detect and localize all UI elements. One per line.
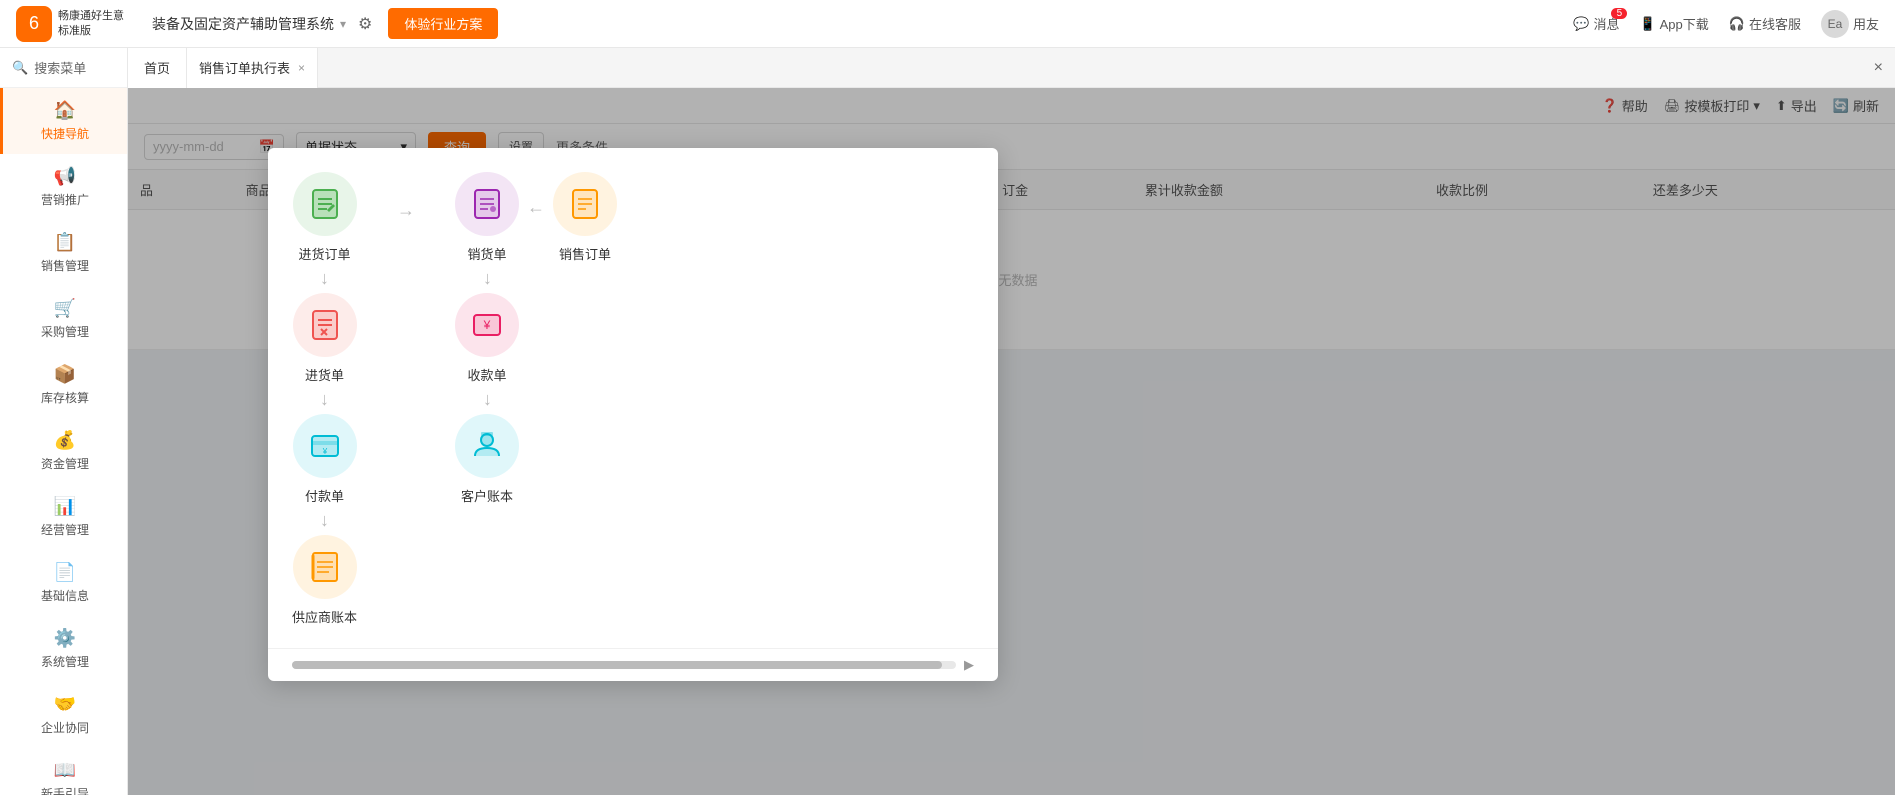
sales-bill-icon xyxy=(455,172,519,236)
sidebar-item-label: 基础信息 xyxy=(41,587,89,604)
supplier-ledger-icon xyxy=(293,535,357,599)
sidebar-item-label: 新手引导 xyxy=(41,785,89,795)
sidebar-item-marketing[interactable]: 📢 营销推广 xyxy=(0,154,127,220)
arrow-right-1: → xyxy=(397,196,415,221)
flow-item-sales-bill[interactable]: 销货单 xyxy=(455,172,519,263)
message-badge: 5 xyxy=(1611,8,1627,19)
tab-close-all-icon[interactable]: × xyxy=(1874,59,1883,77)
sidebar-item-label: 经营管理 xyxy=(41,521,89,538)
inventory-icon: 📦 xyxy=(54,364,76,385)
sidebar-item-finance[interactable]: 💰 资金管理 xyxy=(0,418,127,484)
sidebar-item-purchase[interactable]: 🛒 采购管理 xyxy=(0,286,127,352)
sidebar-item-sales[interactable]: 📋 销售管理 xyxy=(0,220,127,286)
flow-label-customer-ledger: 客户账本 xyxy=(461,486,513,505)
flow-label-sales-order: 销售订单 xyxy=(559,244,611,263)
sidebar-item-label: 库存核算 xyxy=(41,389,89,406)
sidebar-item-label: 企业协同 xyxy=(41,719,89,736)
app-logo-icon: 6 xyxy=(16,6,52,42)
arrow-down-4: ↓ xyxy=(483,269,492,287)
guide-icon: 📖 xyxy=(54,760,76,781)
flow-item-sales-order[interactable]: 销售订单 xyxy=(553,172,617,263)
message-button[interactable]: 💬 消息 5 xyxy=(1573,14,1619,33)
enterprise-icon: 🤝 xyxy=(54,694,76,715)
sidebar-item-label: 系统管理 xyxy=(41,653,89,670)
svg-text:¥: ¥ xyxy=(321,447,327,456)
customer-ledger-icon xyxy=(455,414,519,478)
scroll-track xyxy=(292,661,956,669)
quick-nav-modal: 进货订单 ↓ 进货单 ↓ xyxy=(268,148,998,681)
modal-overlay[interactable]: 进货订单 ↓ 进货单 ↓ xyxy=(128,88,1895,795)
sidebar-item-label: 销售管理 xyxy=(41,257,89,274)
search-icon: 🔍 xyxy=(12,60,28,76)
finance-icon: 💰 xyxy=(54,430,76,451)
arrow-down-6: ↓ xyxy=(483,390,492,408)
system-dropdown-icon[interactable]: ▾ xyxy=(340,17,346,31)
app-logo-text: 畅康通好生意 标准版 xyxy=(58,9,124,38)
flow-item-purchase-bill[interactable]: 进货单 xyxy=(293,293,357,384)
receipt-icon: ¥ xyxy=(455,293,519,357)
flow-item-customer-ledger[interactable]: 客户账本 xyxy=(455,414,519,505)
sales-order-icon xyxy=(553,172,617,236)
sidebar-item-operations[interactable]: 📊 经营管理 xyxy=(0,484,127,550)
user-menu[interactable]: Ea 用友 xyxy=(1821,10,1879,38)
flow-label-supplier-ledger: 供应商账本 xyxy=(292,607,357,626)
scroll-right-button[interactable]: ▶ xyxy=(964,657,974,673)
scroll-thumb[interactable] xyxy=(292,661,942,669)
svg-text:¥: ¥ xyxy=(483,318,491,332)
tab-sales-order[interactable]: 销售订单执行表 × xyxy=(187,48,318,88)
online-service-button[interactable]: 🎧 在线客服 xyxy=(1729,14,1801,33)
system-title: 装备及固定资产辅助管理系统 xyxy=(152,14,334,34)
modal-scrollbar[interactable]: ▶ xyxy=(268,648,998,681)
flow-label-receipt: 收款单 xyxy=(468,365,507,384)
arrow-down-1: ↓ xyxy=(320,269,329,287)
sidebar-item-inventory[interactable]: 📦 库存核算 xyxy=(0,352,127,418)
payment-icon: ¥ xyxy=(293,414,357,478)
sidebar-item-basic-info[interactable]: 📄 基础信息 xyxy=(0,550,127,616)
arrow-down-3: ↓ xyxy=(320,390,329,408)
flow-item-purchase-order[interactable]: 进货订单 xyxy=(293,172,357,263)
flow-item-receipt[interactable]: ¥ 收款单 xyxy=(455,293,519,384)
arrow-left-1: ← xyxy=(527,197,545,238)
message-icon: 💬 xyxy=(1573,16,1589,32)
trial-button[interactable]: 体验行业方案 xyxy=(388,8,498,39)
tab-home[interactable]: 首页 xyxy=(128,48,187,88)
flow-label-payment: 付款单 xyxy=(305,486,344,505)
sidebar-item-guide[interactable]: 📖 新手引导 xyxy=(0,748,127,795)
flow-item-supplier-ledger[interactable]: 供应商账本 xyxy=(292,535,357,626)
purchase-bill-icon xyxy=(293,293,357,357)
tab-close-icon[interactable]: × xyxy=(298,61,305,75)
sidebar-item-label: 快捷导航 xyxy=(41,125,89,142)
flow-label-purchase-bill: 进货单 xyxy=(305,365,344,384)
basic-info-icon: 📄 xyxy=(54,562,76,583)
sidebar-item-label: 采购管理 xyxy=(41,323,89,340)
sales-icon: 📋 xyxy=(54,232,76,253)
service-icon: 🎧 xyxy=(1729,16,1745,32)
app-download-button[interactable]: 📱 App下载 xyxy=(1639,14,1708,33)
purchase-order-icon xyxy=(293,172,357,236)
flow-label-sales-bill: 销货单 xyxy=(468,244,507,263)
purchase-icon: 🛒 xyxy=(54,298,76,319)
system-icon: ⚙️ xyxy=(54,628,76,649)
sidebar-item-system[interactable]: ⚙️ 系统管理 xyxy=(0,616,127,682)
settings-icon[interactable]: ⚙ xyxy=(358,14,372,34)
sidebar-item-label: 营销推广 xyxy=(41,191,89,208)
sidebar-item-quick-nav[interactable]: 🏠 快捷导航 xyxy=(0,88,127,154)
sidebar-search[interactable]: 🔍 搜索菜单 xyxy=(0,48,127,88)
quick-nav-icon: 🏠 xyxy=(54,100,76,121)
operations-icon: 📊 xyxy=(54,496,76,517)
sidebar-item-label: 资金管理 xyxy=(41,455,89,472)
avatar: Ea xyxy=(1821,10,1849,38)
flow-item-payment[interactable]: ¥ 付款单 xyxy=(293,414,357,505)
marketing-icon: 📢 xyxy=(54,166,76,187)
arrow-down-5: ↓ xyxy=(320,511,329,529)
download-icon: 📱 xyxy=(1639,16,1655,32)
flow-label-purchase-order: 进货订单 xyxy=(298,244,350,263)
sidebar-item-enterprise[interactable]: 🤝 企业协同 xyxy=(0,682,127,748)
